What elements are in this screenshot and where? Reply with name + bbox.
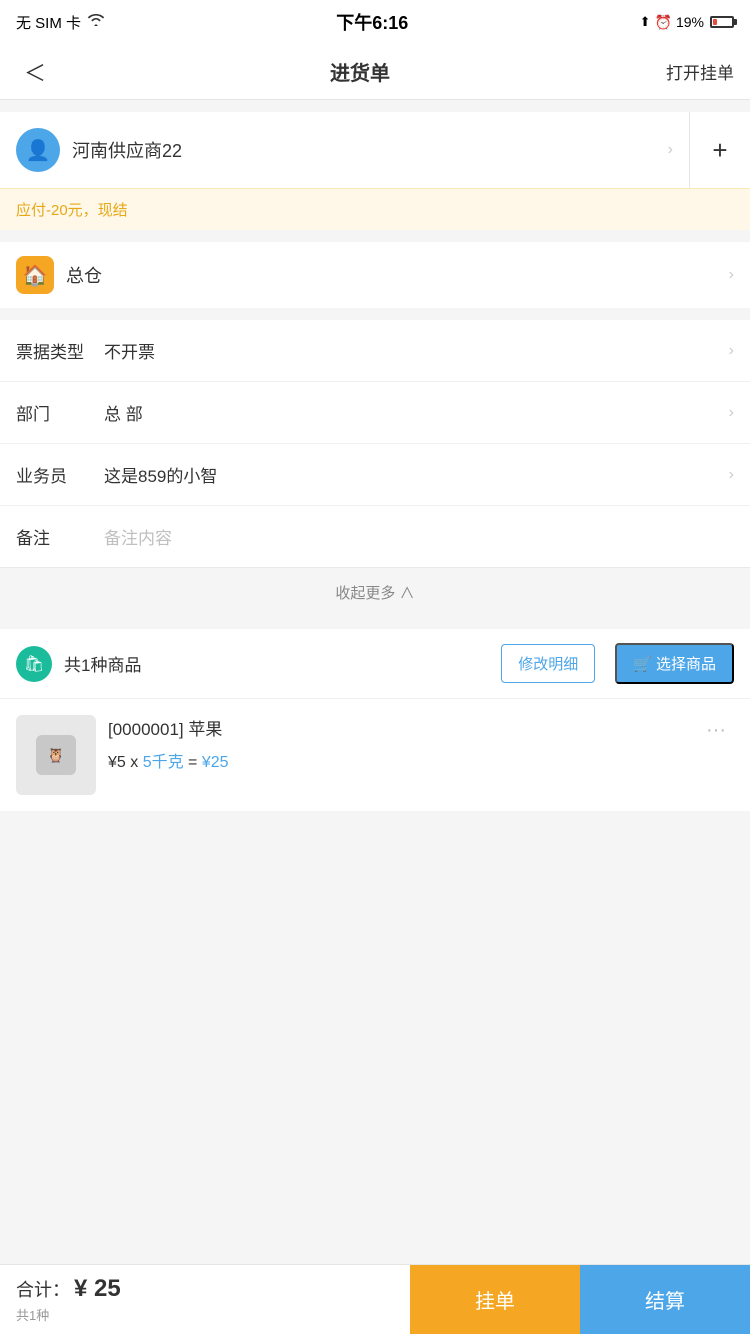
hang-button[interactable]: 挂单: [410, 1265, 580, 1334]
invoice-type-value: 不开票: [96, 338, 729, 363]
section-gap-2: [0, 230, 750, 242]
supplier-name: 河南供应商22: [72, 137, 656, 163]
product-price: ¥5 x 5千克 = ¥25: [108, 748, 686, 772]
salesperson-label: 业务员: [16, 462, 96, 487]
wifi-icon: [87, 13, 105, 31]
collapse-button[interactable]: 收起更多 ∧: [0, 567, 750, 617]
remark-placeholder: 备注内容: [96, 524, 734, 549]
product-count: 共1种商品: [64, 651, 489, 676]
supplier-selector[interactable]: 👤 河南供应商22 ›: [0, 112, 690, 188]
back-button[interactable]: ＜: [16, 48, 54, 96]
select-product-label: 选择商品: [656, 653, 716, 674]
status-time: 下午6:16: [336, 9, 408, 35]
notice-text: 应付-20元，现结: [16, 202, 128, 219]
total-main: 合计： ¥ 25: [16, 1275, 394, 1303]
avatar: 👤: [16, 128, 60, 172]
open-hang-button[interactable]: 打开挂单: [666, 59, 734, 84]
form-section: 票据类型 不开票 › 部门 总 部 › 业务员 这是859的小智 › 备注 备注…: [0, 320, 750, 567]
chevron-right-icon: ›: [729, 466, 734, 484]
chevron-right-icon: ›: [668, 141, 673, 159]
page-title: 进货单: [330, 57, 390, 86]
product-more-button[interactable]: ···: [698, 715, 734, 746]
edit-detail-button[interactable]: 修改明细: [501, 644, 595, 683]
unit-price: ¥5 x: [108, 754, 143, 771]
department-value: 总 部: [96, 400, 729, 425]
product-icon: 🛍: [16, 646, 52, 682]
product-header: 🛍 共1种商品 修改明细 🛒 选择商品: [0, 629, 750, 699]
salesperson-row[interactable]: 业务员 这是859的小智 ›: [0, 444, 750, 506]
supplier-section: 👤 河南供应商22 › +: [0, 112, 750, 188]
section-gap-1: [0, 100, 750, 112]
product-name: [0000001] 苹果: [108, 715, 686, 740]
section-gap-3: [0, 308, 750, 320]
battery-icon: [710, 16, 734, 28]
total-area: 合计： ¥ 25 共1种: [0, 1265, 410, 1334]
notice-bar: 应付-20元，现结: [0, 188, 750, 230]
add-supplier-button[interactable]: +: [690, 112, 750, 188]
avatar-icon: 👤: [26, 138, 51, 163]
equals: =: [188, 754, 202, 771]
back-icon: ＜: [24, 61, 46, 86]
shopping-bag-icon: 🛍: [24, 654, 44, 674]
department-label: 部门: [16, 400, 96, 425]
product-item: 🦉 [0000001] 苹果 ¥5 x 5千克 = ¥25 ···: [0, 699, 750, 811]
alarm-icon: ⏰: [655, 14, 672, 31]
remark-row[interactable]: 备注 备注内容: [0, 506, 750, 567]
department-row[interactable]: 部门 总 部 ›: [0, 382, 750, 444]
chevron-right-icon: ›: [729, 342, 734, 360]
product-info: [0000001] 苹果 ¥5 x 5千克 = ¥25: [108, 715, 686, 772]
warehouse-section[interactable]: 🏠 总仓 ›: [0, 242, 750, 308]
collapse-label: 收起更多 ∧: [335, 582, 414, 603]
remark-label: 备注: [16, 524, 96, 549]
invoice-type-row[interactable]: 票据类型 不开票 ›: [0, 320, 750, 382]
warehouse-name: 总仓: [66, 262, 717, 288]
total-sub: 共1种: [16, 1305, 394, 1324]
product-section: 🛍 共1种商品 修改明细 🛒 选择商品 🦉 [0000001] 苹果 ¥5 x …: [0, 629, 750, 811]
product-thumbnail: 🦉: [16, 715, 96, 795]
status-right: ⬆ ⏰ 19%: [640, 14, 734, 31]
location-icon: ⬆: [640, 14, 651, 30]
select-product-button[interactable]: 🛒 选择商品: [615, 643, 734, 684]
chevron-right-icon: ›: [729, 266, 734, 284]
status-carrier: 无 SIM 卡: [16, 12, 105, 33]
subtotal: ¥25: [202, 754, 229, 771]
salesperson-value: 这是859的小智: [96, 462, 729, 487]
chevron-right-icon: ›: [729, 404, 734, 422]
carrier-text: 无 SIM 卡: [16, 12, 81, 33]
cart-icon: 🛒: [633, 655, 652, 673]
total-label: 合计：: [16, 1276, 70, 1302]
total-amount: ¥ 25: [74, 1275, 121, 1303]
quantity: 5千克: [143, 754, 184, 771]
battery-text: 19%: [676, 14, 704, 30]
bottom-spacer: [0, 811, 750, 891]
warehouse-icon: 🏠: [16, 256, 54, 294]
bottom-bar: 合计： ¥ 25 共1种 挂单 结算: [0, 1264, 750, 1334]
nav-bar: ＜ 进货单 打开挂单: [0, 44, 750, 100]
product-code: [0000001] 苹果: [108, 720, 222, 739]
settle-button[interactable]: 结算: [580, 1265, 750, 1334]
warehouse-icon-symbol: 🏠: [23, 263, 48, 288]
status-bar: 无 SIM 卡 下午6:16 ⬆ ⏰ 19%: [0, 0, 750, 44]
product-placeholder-icon: 🦉: [36, 735, 76, 775]
invoice-type-label: 票据类型: [16, 338, 96, 363]
